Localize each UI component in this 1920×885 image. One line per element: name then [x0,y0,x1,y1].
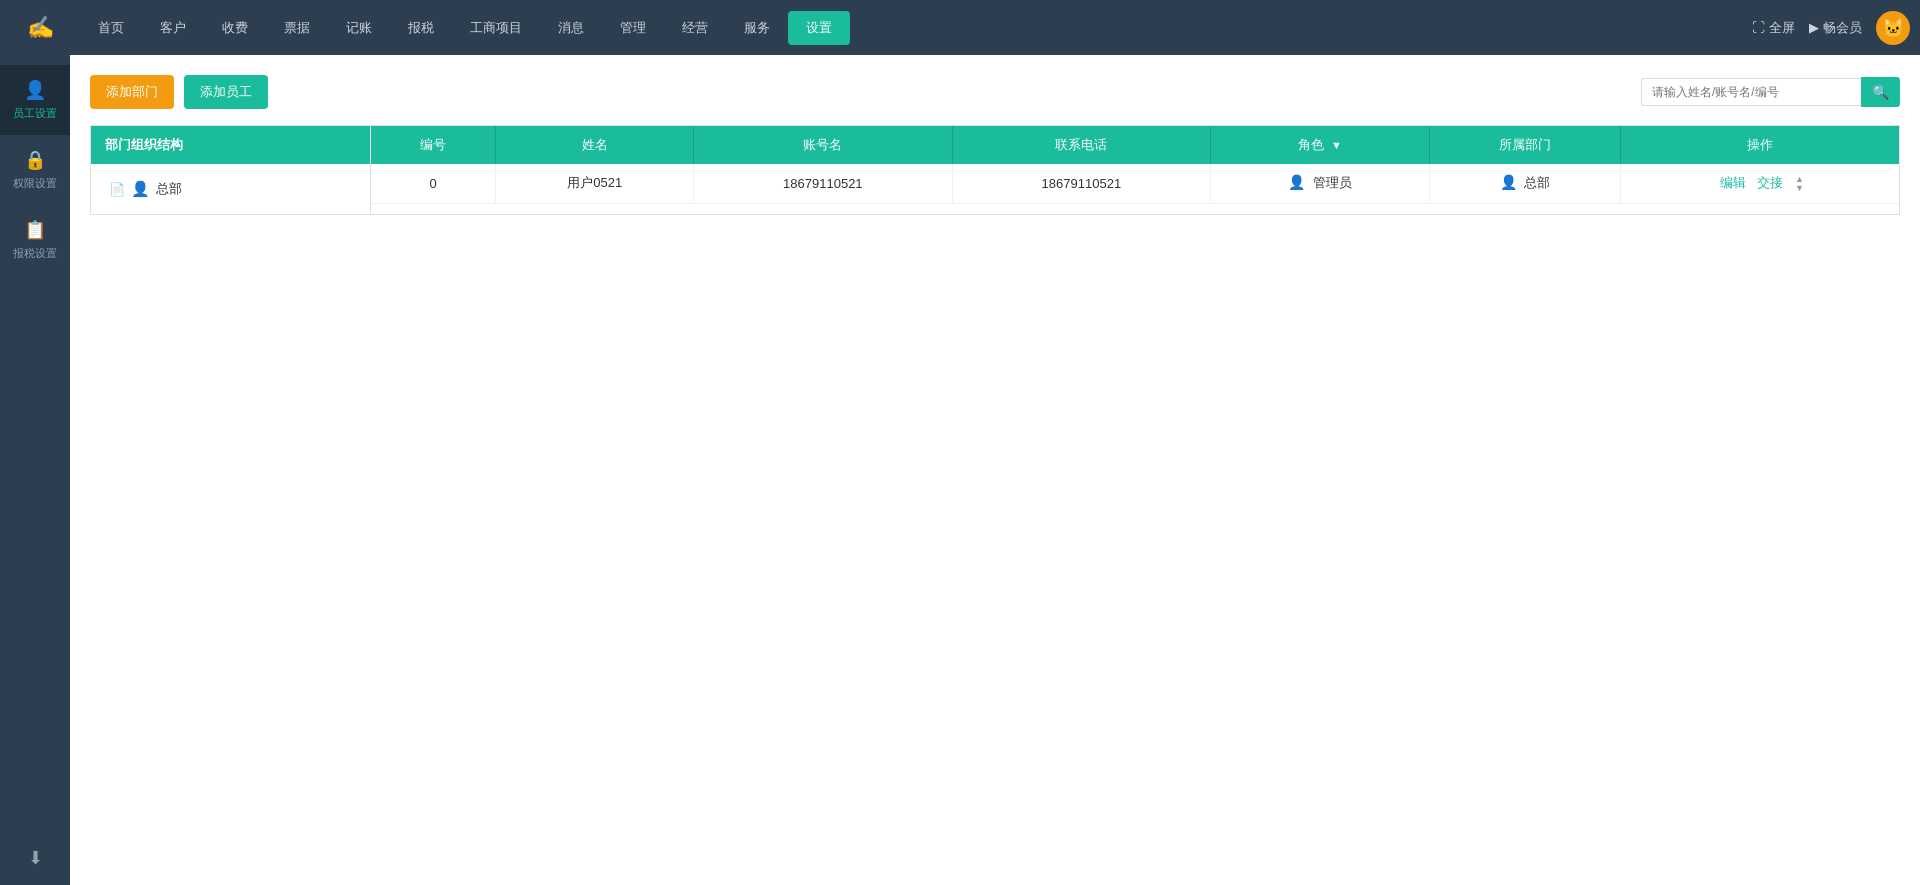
employee-data-table: 编号 姓名 账号名 联系电话 角色 ▼ 所属部门 操作 [371,126,1899,204]
person-icon: 👤 [131,180,150,198]
role-name: 管理员 [1313,175,1352,190]
main-layout: 👤 员工设置 🔒 权限设置 📋 报税设置 ⬇ 添加部门 添加员工 🔍 [0,55,1920,885]
sidebar-item-tax-settings[interactable]: 📋 报税设置 [0,205,70,275]
cell-role: 👤 管理员 [1211,164,1430,203]
cell-id: 0 [371,164,496,203]
avatar[interactable]: 🐱 [1876,11,1910,45]
edit-link[interactable]: 编辑 [1720,175,1746,190]
table-row: 0 用户0521 18679110521 18679110521 👤 管理员 👤… [371,164,1899,203]
scroll-down-btn[interactable]: ▼ [1795,184,1804,193]
table-header-row: 编号 姓名 账号名 联系电话 角色 ▼ 所属部门 操作 [371,126,1899,164]
sidebar-tax-label: 报税设置 [13,246,57,261]
search-button[interactable]: 🔍 [1861,77,1900,107]
cell-name: 用户0521 [496,164,694,203]
nav-home[interactable]: 首页 [80,11,142,45]
dept-tree-header: 部门组织结构 [91,126,370,164]
col-header-account: 账号名 [694,126,953,164]
nav-message[interactable]: 消息 [540,11,602,45]
scroll-controls: ▲ ▼ [1795,175,1804,193]
fullscreen-btn[interactable]: ⛶ 全屏 [1752,19,1795,37]
top-nav: ✍ 首页 客户 收费 票据 记账 报税 工商项目 消息 管理 经营 服务 设置 … [0,0,1920,55]
membership-btn[interactable]: ▶ 畅会员 [1809,19,1862,37]
col-header-id: 编号 [371,126,496,164]
dept-tree-content: 📄 👤 总部 [91,164,370,214]
dept-name: 总部 [1524,175,1550,190]
sidebar-item-employee[interactable]: 👤 员工设置 [0,65,70,135]
dept-person-icon: 👤 [1500,174,1517,190]
col-header-dept: 所属部门 [1430,126,1620,164]
two-column-layout: 部门组织结构 📄 👤 总部 编号 姓名 账号名 [90,125,1900,215]
nav-billing[interactable]: 收费 [204,11,266,45]
fullscreen-icon: ⛶ [1752,20,1765,35]
fullscreen-label: 全屏 [1769,19,1795,37]
dept-tree-item-root[interactable]: 📄 👤 总部 [105,174,356,204]
sidebar-bottom-item[interactable]: ⬇ [0,833,70,885]
nav-settings[interactable]: 设置 [788,11,850,45]
employee-table: 编号 姓名 账号名 联系电话 角色 ▼ 所属部门 操作 [371,126,1899,214]
role-person-icon: 👤 [1288,174,1305,190]
col-header-role[interactable]: 角色 ▼ [1211,126,1430,164]
cell-phone: 18679110521 [952,164,1211,203]
cell-dept: 👤 总部 [1430,164,1620,203]
main-content: 添加部门 添加员工 🔍 部门组织结构 📄 👤 总部 [70,55,1920,885]
dept-tree: 部门组织结构 📄 👤 总部 [91,126,371,214]
nav-bookkeeping[interactable]: 记账 [328,11,390,45]
nav-operation[interactable]: 经营 [664,11,726,45]
nav-invoice[interactable]: 票据 [266,11,328,45]
sidebar: 👤 员工设置 🔒 权限设置 📋 报税设置 ⬇ [0,55,70,885]
membership-icon: ▶ [1809,20,1819,35]
search-area: 🔍 [1641,77,1900,107]
col-header-phone: 联系电话 [952,126,1211,164]
logo-icon: ✍ [10,15,70,41]
nav-right: ⛶ 全屏 ▶ 畅会员 🐱 [1752,11,1910,45]
cell-account: 18679110521 [694,164,953,203]
sidebar-permissions-label: 权限设置 [13,176,57,191]
membership-label: 畅会员 [1823,19,1862,37]
sidebar-employee-label: 员工设置 [13,106,57,121]
nav-service[interactable]: 服务 [726,11,788,45]
download-icon: ⬇ [28,847,43,869]
nav-business[interactable]: 工商项目 [452,11,540,45]
lock-icon: 🔒 [24,149,46,171]
nav-items: 首页 客户 收费 票据 记账 报税 工商项目 消息 管理 经营 服务 设置 [80,11,1752,45]
dept-name-label: 总部 [156,180,182,198]
add-employee-button[interactable]: 添加员工 [184,75,268,109]
nav-customer[interactable]: 客户 [142,11,204,45]
tax-settings-icon: 📋 [24,219,46,241]
col-header-name: 姓名 [496,126,694,164]
nav-tax[interactable]: 报税 [390,11,452,45]
col-header-action: 操作 [1620,126,1899,164]
file-icon: 📄 [109,182,125,197]
toolbar: 添加部门 添加员工 🔍 [90,75,1900,109]
cell-actions: 编辑 交接 ▲ ▼ [1620,164,1899,203]
add-dept-button[interactable]: 添加部门 [90,75,174,109]
transfer-link[interactable]: 交接 [1757,175,1783,190]
nav-manage[interactable]: 管理 [602,11,664,45]
search-input[interactable] [1641,78,1861,106]
filter-icon: ▼ [1331,139,1342,151]
sidebar-item-permissions[interactable]: 🔒 权限设置 [0,135,70,205]
employee-icon: 👤 [24,79,46,101]
